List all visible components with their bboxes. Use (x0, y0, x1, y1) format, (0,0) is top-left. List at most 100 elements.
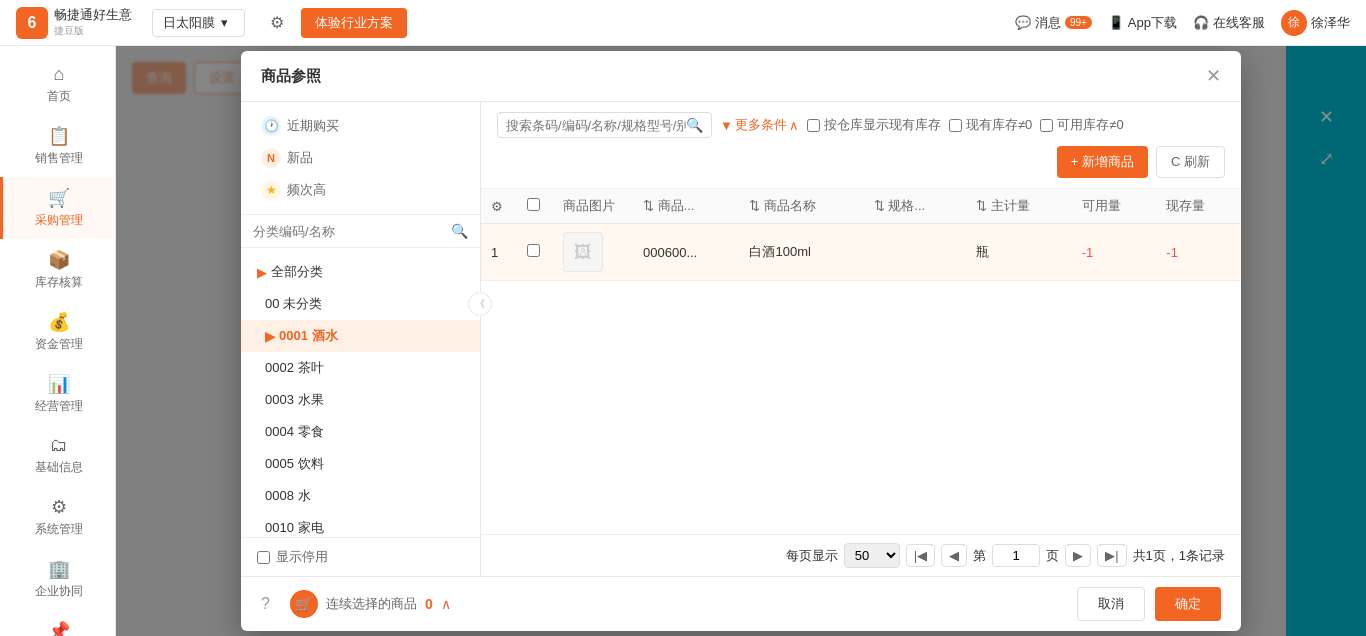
branch-selector[interactable]: 日太阳膜 ▾ (152, 9, 245, 37)
category-list: ▶ 全部分类 00 未分类 ▶ 0001 酒水 0002 茶 (241, 248, 480, 537)
search-bar: 🔍 ▼ 更多条件 ∧ 按仓库显示现有库存 (481, 102, 1241, 189)
service-item[interactable]: 🎧 在线客服 (1193, 14, 1265, 32)
next-page-button[interactable]: ▶ (1065, 544, 1091, 567)
refresh-button[interactable]: C 刷新 (1156, 146, 1225, 178)
cart-area: 🛒 连续选择的商品 0 ∧ (290, 590, 451, 618)
category-search-input[interactable] (253, 224, 445, 239)
current-stock-checkbox[interactable] (949, 119, 962, 132)
col-code[interactable]: ⇅ 商品... (633, 189, 739, 224)
col-stock: 现存量 (1156, 189, 1241, 224)
page-input[interactable] (992, 544, 1040, 567)
sales-icon: 📋 (48, 125, 70, 147)
modal-close-button[interactable]: ✕ (1206, 65, 1221, 87)
home-icon: ⌂ (54, 64, 65, 85)
category-item-00[interactable]: 00 未分类 (241, 288, 480, 320)
filter-new[interactable]: N 新品 (253, 142, 468, 174)
cart-icon[interactable]: 🛒 (290, 590, 318, 618)
col-name[interactable]: ⇅ 商品名称 (739, 189, 863, 224)
cancel-button[interactable]: 取消 (1077, 587, 1145, 621)
cell-check[interactable] (517, 224, 553, 281)
search-input[interactable] (506, 118, 686, 133)
star-icon: ★ (261, 180, 281, 200)
show-disabled-checkbox[interactable] (257, 551, 270, 564)
modal-footer: ? 🛒 连续选择的商品 0 ∧ 取消 确定 (241, 576, 1241, 631)
message-item[interactable]: 💬 消息 99+ (1015, 14, 1092, 32)
total-info: 共1页，1条记录 (1133, 547, 1225, 565)
cell-name: 白酒100ml (739, 224, 863, 281)
warehouse-stock-checkbox[interactable] (807, 119, 820, 132)
filter-more-button[interactable]: ▼ 更多条件 ∧ (720, 116, 799, 134)
sidebar-item-label: 企业协同 (35, 583, 83, 600)
enterprise-icon: 🏢 (48, 558, 70, 580)
category-item-0001[interactable]: ▶ 0001 酒水 (241, 320, 480, 352)
category-item-0008[interactable]: 0008 水 (241, 480, 480, 512)
message-icon: 💬 (1015, 15, 1031, 30)
category-item-0002[interactable]: 0002 茶叶 (241, 352, 480, 384)
sidebar-item-label: 系统管理 (35, 521, 83, 538)
show-warehouse-stock-label[interactable]: 按仓库显示现有库存 (807, 116, 941, 134)
sidebar-item-purchase[interactable]: 🛒 采购管理 (0, 177, 115, 239)
experience-button[interactable]: 体验行业方案 (301, 8, 407, 38)
sidebar-item-home[interactable]: ⌂ 首页 (0, 54, 115, 115)
settings-icon[interactable]: ⚙ (261, 7, 293, 39)
sidebar-item-system[interactable]: ⚙ 系统管理 (0, 486, 115, 548)
first-page-button[interactable]: |◀ (906, 544, 935, 567)
arrow-icon: ▶ (265, 329, 275, 344)
cell-available: -1 (1072, 224, 1157, 281)
col-settings[interactable]: ⚙ (481, 189, 517, 224)
cell-stock: -1 (1156, 224, 1241, 281)
available-stock-label[interactable]: 可用库存≠0 (1040, 116, 1123, 134)
user-item[interactable]: 徐 徐泽华 (1281, 10, 1350, 36)
app-download-item[interactable]: 📱 App下载 (1108, 14, 1177, 32)
quick-filters: 🕐 近期购买 N 新品 ★ 频次高 (241, 102, 480, 215)
prev-page-button[interactable]: ◀ (941, 544, 967, 567)
confirm-button[interactable]: 确定 (1155, 587, 1221, 621)
search-button[interactable]: 🔍 (686, 117, 703, 133)
help-icon[interactable]: ? (261, 595, 270, 613)
show-disabled-label: 显示停用 (276, 548, 328, 566)
collapse-panel-button[interactable]: 《 (468, 292, 492, 316)
col-spec[interactable]: ⇅ 规格... (864, 189, 966, 224)
category-item-0010[interactable]: 0010 家电 (241, 512, 480, 537)
logo-line2: 捷豆版 (54, 24, 132, 38)
logo-line1: 畅捷通好生意 (54, 7, 132, 24)
category-item-0004[interactable]: 0004 零食 (241, 416, 480, 448)
sidebar-item-enterprise[interactable]: 🏢 企业协同 (0, 548, 115, 610)
arrow-icon: ▶ (257, 265, 267, 280)
filter-frequent[interactable]: ★ 频次高 (253, 174, 468, 206)
modal-header: 商品参照 ✕ (241, 51, 1241, 102)
sidebar-item-sales[interactable]: 📋 销售管理 (0, 115, 115, 177)
sidebar-item-basics[interactable]: 🗂 基础信息 (0, 425, 115, 486)
col-unit[interactable]: ⇅ 主计量 (966, 189, 1072, 224)
category-item-0005[interactable]: 0005 饮料 (241, 448, 480, 480)
category-item-0003[interactable]: 0003 水果 (241, 384, 480, 416)
add-product-button[interactable]: + 新增商品 (1057, 146, 1148, 178)
current-stock-label[interactable]: 现有库存≠0 (949, 116, 1032, 134)
sidebar-item-inventory[interactable]: 📦 库存核算 (0, 239, 115, 301)
sidebar-item-guide[interactable]: 📌 新手引导 (0, 610, 115, 636)
filter-recent[interactable]: 🕐 近期购买 (253, 110, 468, 142)
collapse-cart-button[interactable]: ∧ (441, 596, 451, 612)
table-row[interactable]: 1 🖼 000600... 白酒100ml (481, 224, 1241, 281)
row-checkbox[interactable] (527, 244, 540, 257)
nav-right: 💬 消息 99+ 📱 App下载 🎧 在线客服 徐 徐泽华 (1015, 10, 1350, 36)
filter-icon: ▼ (720, 118, 733, 133)
chevron-up-icon: ∧ (789, 118, 799, 133)
chevron-down-icon: ▾ (221, 15, 228, 30)
table-actions: + 新增商品 C 刷新 (1057, 146, 1225, 178)
available-stock-checkbox[interactable] (1040, 119, 1053, 132)
sidebar-item-label: 经营管理 (35, 398, 83, 415)
product-table-wrap: ⚙ 商品图片 ⇅ 商品... ⇅ 商品名称 ⇅ 规格... ⇅ 主计量 (481, 189, 1241, 534)
page-size-select[interactable]: 50 10 20 100 (844, 543, 900, 568)
search-icon[interactable]: 🔍 (451, 223, 468, 239)
sidebar-item-label: 销售管理 (35, 150, 83, 167)
product-image: 🖼 (563, 232, 603, 272)
sidebar-item-finance[interactable]: 💰 资金管理 (0, 301, 115, 363)
category-item-all[interactable]: ▶ 全部分类 (241, 256, 480, 288)
sidebar-item-operations[interactable]: 📊 经营管理 (0, 363, 115, 425)
inventory-icon: 📦 (48, 249, 70, 271)
last-page-button[interactable]: ▶| (1097, 544, 1126, 567)
select-all-checkbox[interactable] (527, 198, 540, 211)
basics-icon: 🗂 (50, 435, 68, 456)
sidebar-item-label: 基础信息 (35, 459, 83, 476)
